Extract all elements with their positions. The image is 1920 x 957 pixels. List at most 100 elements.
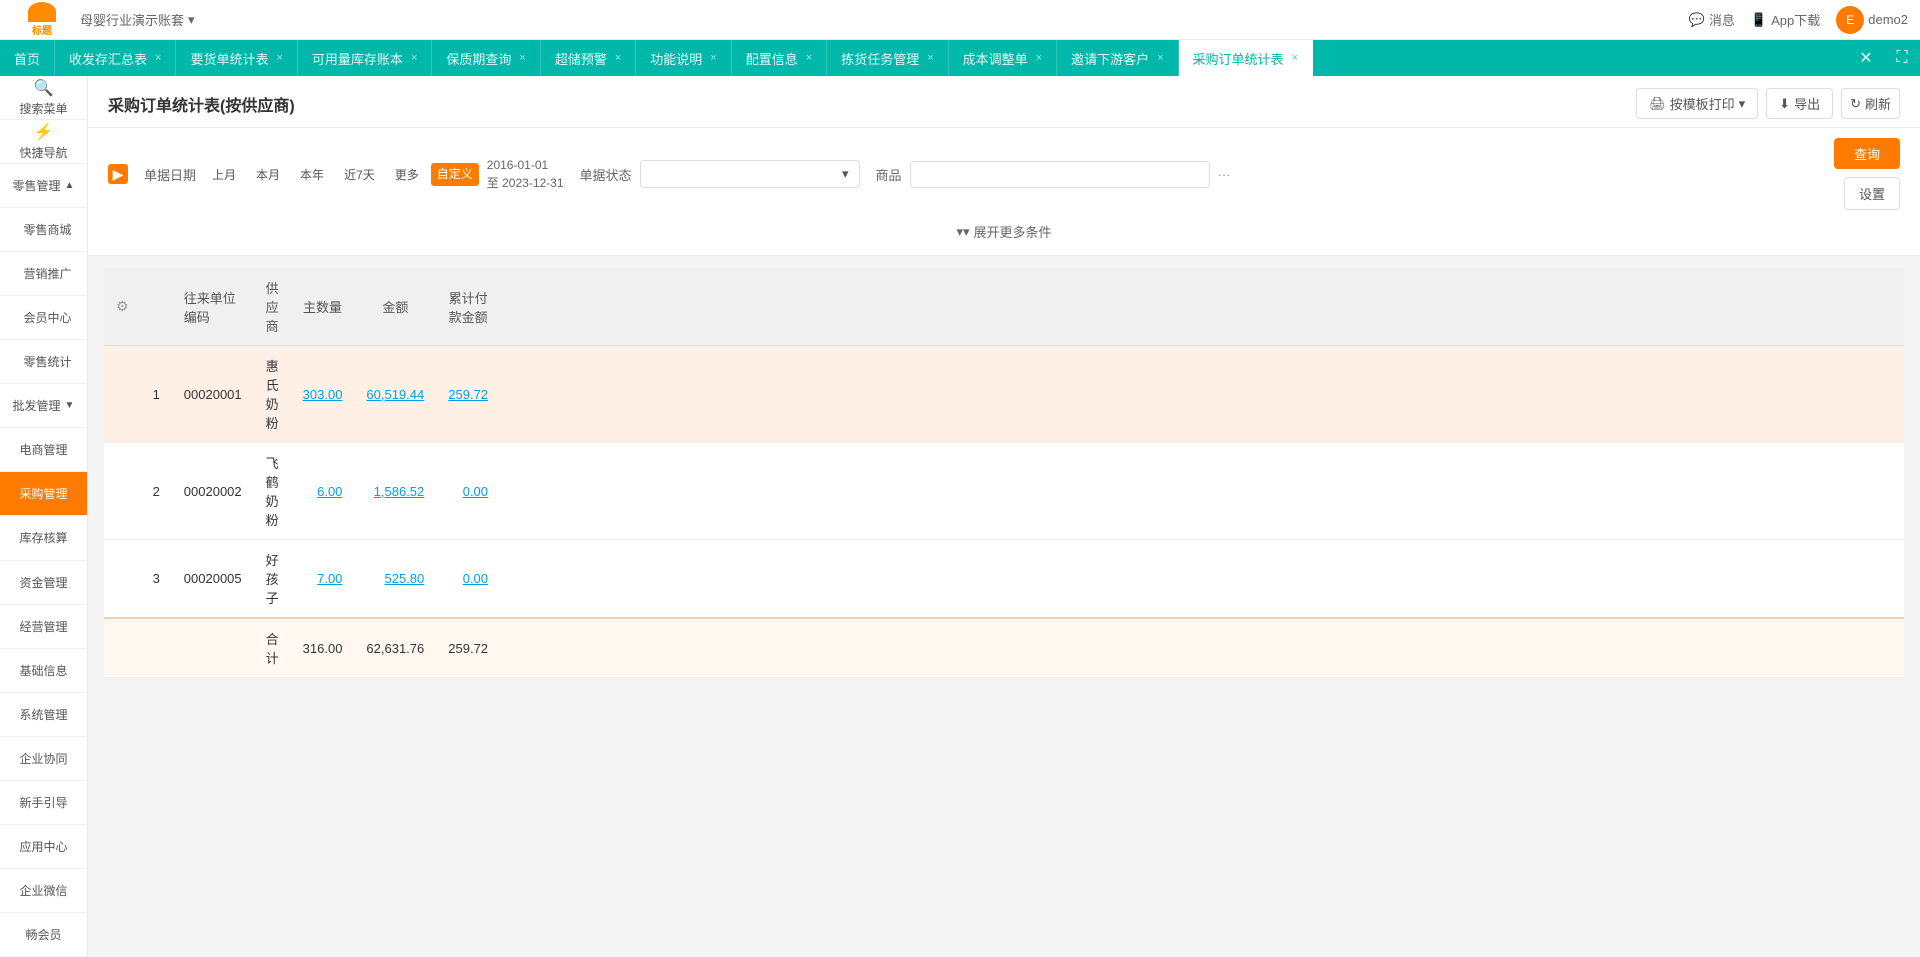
- date-filter-group: 单据日期 上月 本月 本年 近7天 更多 自定义 2016-01-01 至 20…: [144, 158, 564, 191]
- expand-icon: ▾▾: [956, 224, 969, 240]
- filter-row: ▶ 单据日期 上月 本月 本年 近7天 更多 自定义 2016-01-01 至 …: [108, 138, 1900, 210]
- col-qty: 主数量: [291, 268, 355, 346]
- date-btn-7days[interactable]: 近7天: [336, 163, 383, 186]
- tab-order-stat-close-icon[interactable]: ×: [276, 52, 282, 64]
- tab-overstock-close-icon[interactable]: ×: [615, 52, 621, 64]
- print-button[interactable]: 🖨 按模板打印 ▾: [1636, 88, 1758, 119]
- tab-expire-close-icon[interactable]: ×: [519, 52, 525, 64]
- page-header: 采购订单统计表(按供应商) 🖨 按模板打印 ▾ ⬇ 导出 ↻ 刷新: [88, 76, 1920, 128]
- status-select[interactable]: ▾: [640, 160, 860, 188]
- tab-cost-adj[interactable]: 成本调整单 ×: [949, 40, 1057, 76]
- tab-invite[interactable]: 邀请下游客户 ×: [1057, 40, 1178, 76]
- sidebar-item-purchase[interactable]: 采购管理: [0, 472, 87, 516]
- goods-more-icon[interactable]: ···: [1218, 167, 1231, 182]
- footer-supplier: 合计: [254, 618, 291, 678]
- sidebar-item-retail-shop[interactable]: 零售商城: [0, 208, 87, 252]
- tab-overstock[interactable]: 超储预警 ×: [541, 40, 636, 76]
- row2-paid: 0.00: [436, 443, 500, 540]
- goods-input[interactable]: [910, 161, 1210, 188]
- tab-home[interactable]: 首页: [0, 40, 55, 76]
- tab-cost-adj-close-icon[interactable]: ×: [1036, 52, 1042, 64]
- tab-receive-close-icon[interactable]: ×: [155, 52, 161, 64]
- tab-config-close-icon[interactable]: ×: [806, 52, 812, 64]
- tab-purchase-stat-close-icon[interactable]: ×: [1292, 52, 1298, 64]
- top-bar-left: 标题 母婴行业演示账套 ▾: [12, 2, 195, 38]
- table-header-row: ⚙ 往来单位编码 供应商 主数量 金额 累计付款金额: [104, 268, 1904, 346]
- filter-expand-row: ▾▾ 展开更多条件: [108, 218, 1900, 245]
- sidebar-item-marketing[interactable]: 营销推广: [0, 252, 87, 296]
- tab-receive[interactable]: 收发存汇总表 ×: [55, 40, 176, 76]
- refresh-button[interactable]: ↻ 刷新: [1841, 88, 1900, 119]
- sidebar-item-newbie[interactable]: 新手引导: [0, 781, 87, 825]
- tab-invite-label: 邀请下游客户: [1071, 49, 1149, 68]
- message-button[interactable]: 💬 消息: [1689, 10, 1735, 29]
- date-btn-this-year[interactable]: 本年: [292, 163, 332, 186]
- tab-purchase-stat[interactable]: 采购订单统计表 ×: [1179, 40, 1313, 76]
- tab-func-desc[interactable]: 功能说明 ×: [636, 40, 731, 76]
- tab-stock-book-close-icon[interactable]: ×: [411, 52, 417, 64]
- tab-pick-task-close-icon[interactable]: ×: [927, 52, 933, 64]
- row1-supplier: 惠氏奶粉: [254, 346, 291, 443]
- tab-pick-task[interactable]: 拣货任务管理 ×: [827, 40, 948, 76]
- filter-settings-button[interactable]: 设置: [1844, 177, 1900, 210]
- wechat-label: 企业微信: [19, 882, 67, 899]
- finance-label: 资金管理: [19, 574, 67, 591]
- wholesale-arrow-icon: ▼: [65, 400, 75, 411]
- sidebar-item-system[interactable]: 系统管理: [0, 693, 87, 737]
- sidebar-item-retail[interactable]: 零售管理 ▲: [0, 164, 87, 208]
- expand-more-button[interactable]: ▾▾ 展开更多条件: [944, 218, 1063, 245]
- col-settings: ⚙: [104, 268, 141, 346]
- sidebar-item-inventory[interactable]: 库存核算: [0, 516, 87, 560]
- tab-expire[interactable]: 保质期查询 ×: [432, 40, 540, 76]
- sidebar-item-basic[interactable]: 基础信息: [0, 649, 87, 693]
- sidebar-item-ecommerce[interactable]: 电商管理: [0, 428, 87, 472]
- sidebar-item-member[interactable]: 会员中心: [0, 296, 87, 340]
- user-avatar-button[interactable]: E demo2: [1836, 6, 1908, 34]
- sidebar-item-finance[interactable]: 资金管理: [0, 561, 87, 605]
- col-paid: 累计付款金额: [436, 268, 500, 346]
- logo: 标题: [12, 2, 72, 38]
- tab-config-label: 配置信息: [746, 49, 798, 68]
- row2-settings: [104, 443, 141, 540]
- row3-supplier: 好孩子: [254, 540, 291, 619]
- tab-overstock-label: 超储预警: [555, 49, 607, 68]
- sidebar-item-vip[interactable]: 畅会员: [0, 913, 87, 957]
- sidebar-item-operation[interactable]: 经营管理: [0, 605, 87, 649]
- footer-extra: [500, 618, 1904, 678]
- date-btn-last-month[interactable]: 上月: [204, 163, 244, 186]
- nav-fullscreen-button[interactable]: ⛶: [1884, 40, 1920, 76]
- date-btn-this-month[interactable]: 本月: [248, 163, 288, 186]
- query-button[interactable]: 查询: [1834, 138, 1900, 169]
- table-row[interactable]: 3 00020005 好孩子 7.00 525.80 0.00: [104, 540, 1904, 619]
- row2-amount: 1,586.52: [354, 443, 436, 540]
- table-row[interactable]: 2 00020002 飞鹤奶粉 6.00 1,586.52 0.00: [104, 443, 1904, 540]
- breadcrumb-select[interactable]: 母婴行业演示账套 ▾: [80, 10, 195, 29]
- sidebar-item-shortcut[interactable]: ⚡ 快捷导航: [0, 120, 87, 164]
- sidebar-item-wholesale[interactable]: 批发管理 ▼: [0, 384, 87, 428]
- sidebar-item-search[interactable]: 🔍 搜索菜单: [0, 76, 87, 120]
- row2-extra: [500, 443, 1904, 540]
- sidebar-item-retail-stat[interactable]: 零售统计: [0, 340, 87, 384]
- tab-stock-book[interactable]: 可用量库存账本 ×: [298, 40, 432, 76]
- app-download-button[interactable]: 📱 App下载: [1751, 10, 1820, 29]
- col-extra: [500, 268, 1904, 346]
- sidebar-item-apps[interactable]: 应用中心: [0, 825, 87, 869]
- tab-config[interactable]: 配置信息 ×: [732, 40, 827, 76]
- filter-toggle-button[interactable]: ▶: [108, 164, 128, 184]
- nav-close-button[interactable]: ✕: [1848, 40, 1884, 76]
- tab-order-stat[interactable]: 要货单统计表 ×: [176, 40, 297, 76]
- tab-home-label: 首页: [14, 49, 40, 68]
- retail-shop-label: 零售商城: [23, 221, 71, 238]
- date-btn-more[interactable]: 更多: [387, 163, 427, 186]
- filter-area: ▶ 单据日期 上月 本月 本年 近7天 更多 自定义 2016-01-01 至 …: [88, 128, 1920, 256]
- export-button[interactable]: ⬇ 导出: [1766, 88, 1833, 119]
- table-settings-icon[interactable]: ⚙: [116, 298, 129, 314]
- tab-invite-close-icon[interactable]: ×: [1157, 52, 1163, 64]
- footer-label: [172, 618, 254, 678]
- sidebar-item-wechat[interactable]: 企业微信: [0, 869, 87, 913]
- operation-label: 经营管理: [19, 618, 67, 635]
- table-row[interactable]: 1 00020001 惠氏奶粉 303.00 60,519.44 259.72: [104, 346, 1904, 443]
- inventory-label: 库存核算: [19, 529, 67, 546]
- sidebar-item-collab[interactable]: 企业协同: [0, 737, 87, 781]
- tab-func-desc-close-icon[interactable]: ×: [710, 52, 716, 64]
